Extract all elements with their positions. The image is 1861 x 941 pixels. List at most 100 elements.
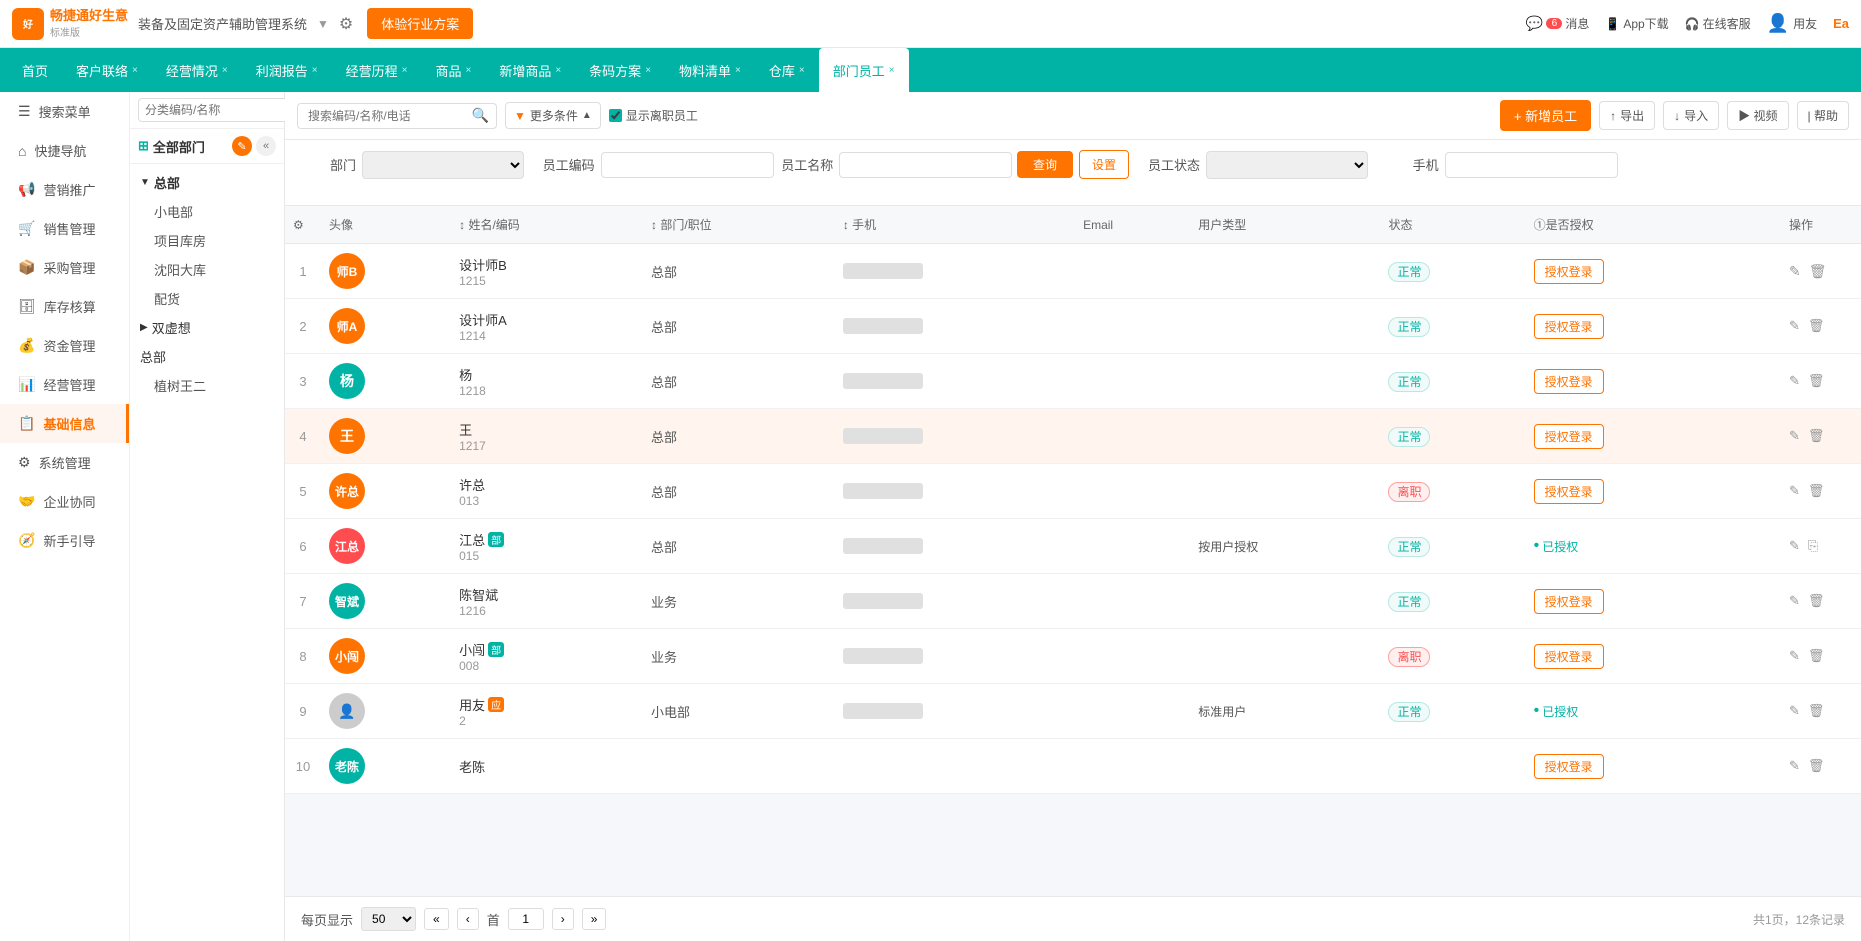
filter-status-select[interactable] <box>1206 151 1368 179</box>
nav-collab[interactable]: 🤝企业协同 <box>0 482 129 521</box>
edit-dept-icon[interactable]: ✎ <box>232 136 252 156</box>
edit-icon[interactable]: ✎ <box>1789 648 1800 664</box>
close-icon[interactable]: × <box>402 65 408 76</box>
delete-icon[interactable]: 🗑 <box>1808 428 1825 444</box>
tab-部门员工[interactable]: 部门员工× <box>819 48 909 92</box>
auth-login-button[interactable]: 授权登录 <box>1534 644 1604 669</box>
tab-物料清单[interactable]: 物料清单× <box>665 48 755 92</box>
auth-login-button[interactable]: 授权登录 <box>1534 479 1604 504</box>
show-resigned-input[interactable] <box>609 109 622 122</box>
nav-marketing[interactable]: 📢营销推广 <box>0 170 129 209</box>
page-input[interactable] <box>508 908 544 930</box>
edit-icon[interactable]: ✎ <box>1789 263 1801 280</box>
show-resigned-checkbox[interactable]: 显示离职员工 <box>609 107 698 124</box>
delete-icon[interactable]: 🗑 <box>1808 318 1825 334</box>
dept-tree-node-小电部[interactable]: 小电部 <box>130 197 284 226</box>
dept-tree-node-双虚想[interactable]: ▶双虚想 <box>130 313 284 342</box>
close-icon[interactable]: × <box>222 65 228 76</box>
edit-icon[interactable]: ✎ <box>1789 428 1800 444</box>
tab-商品[interactable]: 商品× <box>421 48 485 92</box>
edit-icon[interactable]: ✎ <box>1789 483 1800 499</box>
close-icon[interactable]: × <box>645 65 651 76</box>
nav-finance[interactable]: 💰资金管理 <box>0 326 129 365</box>
search-input[interactable] <box>297 103 497 129</box>
nav-operations[interactable]: 📊经营管理 <box>0 365 129 404</box>
dept-tree-node-项目库房[interactable]: 项目库房 <box>130 226 284 255</box>
tab-经营历程[interactable]: 经营历程× <box>332 48 422 92</box>
search-btn[interactable]: 查询 <box>1017 151 1073 178</box>
delete-icon[interactable]: 🗑 <box>1808 648 1825 664</box>
close-icon[interactable]: × <box>735 65 741 76</box>
trial-button[interactable]: 体验行业方案 <box>367 8 473 39</box>
close-icon[interactable]: × <box>799 65 805 76</box>
collapse-icon[interactable]: « <box>256 136 276 156</box>
delete-icon[interactable]: 🗑 <box>1808 593 1825 609</box>
tab-首页[interactable]: 首页 <box>8 48 62 92</box>
next-page-button[interactable]: › <box>552 908 574 930</box>
nav-inventory[interactable]: 🗄库存核算 <box>0 287 129 326</box>
close-icon[interactable]: × <box>132 65 138 76</box>
help-button[interactable]: | 帮助 <box>1797 101 1849 130</box>
message-btn[interactable]: 💬 6 消息 <box>1526 15 1589 32</box>
add-employee-button[interactable]: + 新增员工 <box>1500 100 1591 131</box>
settings-icon[interactable]: ⚙ <box>339 14 353 34</box>
more-conditions-btn[interactable]: ▼ 更多条件 ▲ <box>505 102 601 129</box>
auth-login-button[interactable]: 授权登录 <box>1534 314 1604 339</box>
edit-icon[interactable]: ✎ <box>1789 593 1800 609</box>
dropdown-arrow-icon[interactable]: ▼ <box>317 17 329 31</box>
close-icon[interactable]: × <box>312 65 318 76</box>
user-area[interactable]: 👤 用友 <box>1767 13 1817 34</box>
copy-icon[interactable]: ⎘ <box>1808 538 1818 554</box>
tab-新增商品[interactable]: 新增商品× <box>485 48 575 92</box>
export-button[interactable]: ↑ 导出 <box>1599 101 1655 130</box>
filter-phone-input[interactable] <box>1445 152 1618 178</box>
col-settings[interactable]: ⚙ <box>285 206 321 244</box>
dept-search-input[interactable] <box>138 98 307 122</box>
nav-purchase[interactable]: 📦采购管理 <box>0 248 129 287</box>
import-button[interactable]: ↓ 导入 <box>1663 101 1719 130</box>
search-input-icon[interactable]: 🔍 <box>472 107 489 124</box>
dept-all-label[interactable]: 全部部门 <box>153 137 205 156</box>
app-download-btn[interactable]: 📱 App下载 <box>1605 15 1668 32</box>
dept-tree-node-配货[interactable]: 配货 <box>130 284 284 313</box>
tab-利润报告[interactable]: 利润报告× <box>242 48 332 92</box>
nav-search-menu[interactable]: ☰搜索菜单 <box>0 92 129 131</box>
close-icon[interactable]: × <box>555 65 561 76</box>
dept-tree-node-总部2[interactable]: 总部 <box>130 342 284 371</box>
edit-icon[interactable]: ✎ <box>1789 373 1800 389</box>
close-icon[interactable]: × <box>889 65 895 76</box>
col-dept-position[interactable]: ↕ 部门/职位 <box>643 206 835 244</box>
auth-login-button[interactable]: 授权登录 <box>1534 589 1604 614</box>
nav-sales[interactable]: 🛒销售管理 <box>0 209 129 248</box>
close-icon[interactable]: × <box>465 65 471 76</box>
nav-shortcut[interactable]: ⌂快捷导航 <box>0 131 129 170</box>
first-page-button[interactable]: « <box>424 908 449 930</box>
view-button[interactable]: ▶ 视频 <box>1727 101 1788 130</box>
last-page-button[interactable]: » <box>582 908 607 930</box>
nav-basic-info[interactable]: 📋基础信息 <box>0 404 129 443</box>
delete-icon[interactable]: 🗑 <box>1809 263 1827 280</box>
tab-经营情况[interactable]: 经营情况× <box>152 48 242 92</box>
auth-login-button[interactable]: 授权登录 <box>1534 369 1604 394</box>
filter-dept-select[interactable] <box>362 151 524 179</box>
filter-emp-code-input[interactable] <box>601 152 774 178</box>
auth-login-button[interactable]: 授权登录 <box>1534 754 1604 779</box>
dept-tree-node-总部-parent[interactable]: ▼总部 <box>130 168 284 197</box>
auth-login-button[interactable]: 授权登录 <box>1534 424 1604 449</box>
delete-icon[interactable]: 🗑 <box>1808 373 1825 389</box>
edit-icon[interactable]: ✎ <box>1789 703 1800 719</box>
dept-tree-node-植树王二[interactable]: 植树王二 <box>130 371 284 400</box>
edit-icon[interactable]: ✎ <box>1789 538 1800 554</box>
delete-icon[interactable]: 🗑 <box>1808 483 1825 499</box>
online-service-btn[interactable]: 🎧 在线客服 <box>1685 15 1751 32</box>
tab-仓库[interactable]: 仓库× <box>755 48 819 92</box>
edit-icon[interactable]: ✎ <box>1789 758 1800 774</box>
delete-icon[interactable]: 🗑 <box>1808 703 1825 719</box>
prev-page-button[interactable]: ‹ <box>457 908 479 930</box>
filter-emp-name-input[interactable] <box>839 152 1012 178</box>
auth-login-button[interactable]: 授权登录 <box>1534 259 1604 284</box>
col-name-code[interactable]: ↕ 姓名/编码 <box>451 206 643 244</box>
tab-条码方案[interactable]: 条码方案× <box>575 48 665 92</box>
tab-客户联络[interactable]: 客户联络× <box>62 48 152 92</box>
dept-tree-node-沈阳大库[interactable]: 沈阳大库 <box>130 255 284 284</box>
